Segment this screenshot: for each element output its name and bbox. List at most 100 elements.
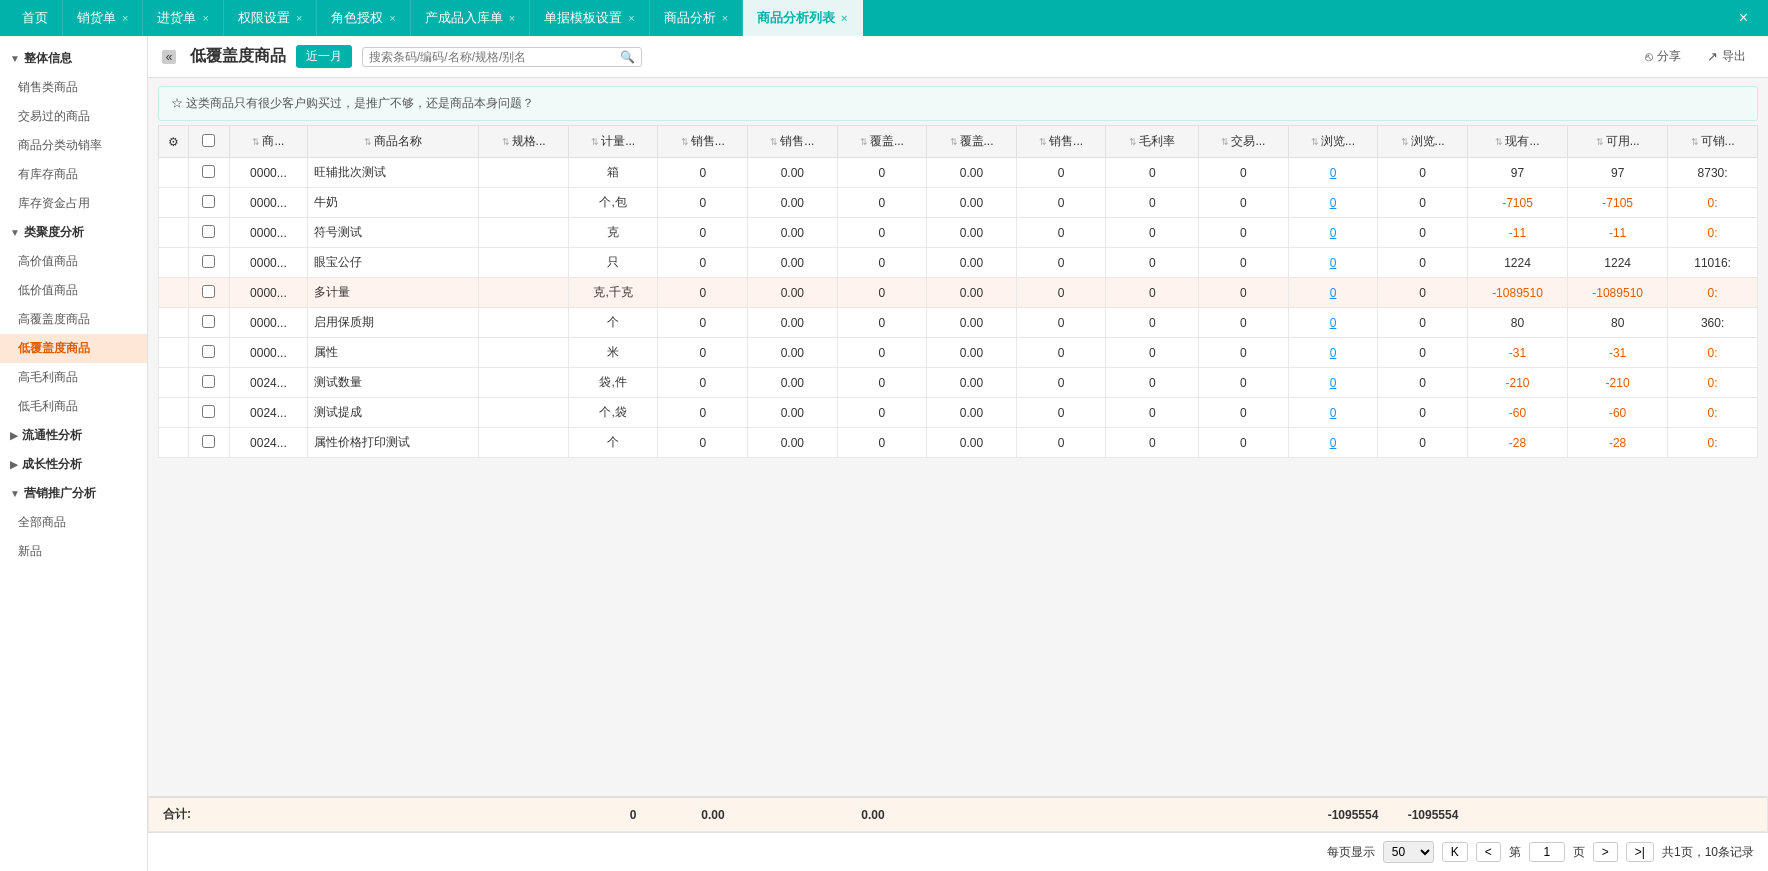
nav-close-icon[interactable]: × <box>296 12 302 24</box>
last-page-button[interactable]: >| <box>1626 842 1654 862</box>
row-checkbox[interactable] <box>189 428 230 458</box>
first-page-button[interactable]: K <box>1442 842 1468 862</box>
row-checkbox[interactable] <box>189 338 230 368</box>
col-sales-amt[interactable]: ⇅销售... <box>748 126 838 158</box>
sidebar-item-high-coverage[interactable]: 高覆盖度商品 <box>0 305 147 334</box>
row-browse1[interactable]: 0 <box>1288 428 1378 458</box>
sidebar-item-traded-goods[interactable]: 交易过的商品 <box>0 102 147 131</box>
share-button[interactable]: ⎋ 分享 <box>1637 44 1689 69</box>
row-browse1[interactable]: 0 <box>1288 278 1378 308</box>
row-browse1[interactable]: 0 <box>1288 338 1378 368</box>
table-row[interactable]: 0024... 测试提成 个,袋 0 0.00 0 0.00 0 0 0 0 0… <box>159 398 1758 428</box>
row-checkbox[interactable] <box>189 278 230 308</box>
row-browse1[interactable]: 0 <box>1288 398 1378 428</box>
col-unit[interactable]: ⇅计量... <box>568 126 658 158</box>
sidebar-item-category-rate[interactable]: 商品分类动销率 <box>0 131 147 160</box>
table-row[interactable]: 0000... 启用保质期 个 0 0.00 0 0.00 0 0 0 0 0 … <box>159 308 1758 338</box>
nav-product-analysis-list[interactable]: 商品分析列表 × <box>743 0 862 36</box>
col-browse2[interactable]: ⇅浏览... <box>1378 126 1468 158</box>
export-button[interactable]: ↗ 导出 <box>1699 44 1754 69</box>
nav-role-auth[interactable]: 角色授权 × <box>317 0 410 36</box>
row-browse1[interactable]: 0 <box>1288 158 1378 188</box>
sidebar-item-sales-goods[interactable]: 销售类商品 <box>0 73 147 102</box>
row-checkbox-input[interactable] <box>202 255 215 268</box>
row-checkbox-input[interactable] <box>202 375 215 388</box>
row-browse1[interactable]: 0 <box>1288 248 1378 278</box>
row-browse1[interactable]: 0 <box>1288 368 1378 398</box>
col-trade[interactable]: ⇅交易... <box>1199 126 1289 158</box>
sidebar-item-low-margin[interactable]: 低毛利商品 <box>0 392 147 421</box>
row-checkbox[interactable] <box>189 368 230 398</box>
row-checkbox[interactable] <box>189 188 230 218</box>
sidebar-item-high-value[interactable]: 高价值商品 <box>0 247 147 276</box>
sidebar-item-stock-capital[interactable]: 库存资金占用 <box>0 189 147 218</box>
sidebar-item-low-value[interactable]: 低价值商品 <box>0 276 147 305</box>
col-browse1[interactable]: ⇅浏览... <box>1288 126 1378 158</box>
row-checkbox-input[interactable] <box>202 435 215 448</box>
nav-purchase[interactable]: 进货单 × <box>143 0 223 36</box>
sidebar-section-flow[interactable]: ▶ 流通性分析 <box>0 421 147 450</box>
row-browse1[interactable]: 0 <box>1288 218 1378 248</box>
sidebar-item-stocked-goods[interactable]: 有库存商品 <box>0 160 147 189</box>
page-input[interactable] <box>1529 842 1565 862</box>
col-sales-qty[interactable]: ⇅销售... <box>658 126 748 158</box>
col-coverage1[interactable]: ⇅覆盖... <box>837 126 927 158</box>
nav-product-analysis[interactable]: 商品分析 × <box>650 0 743 36</box>
nav-sales-order[interactable]: 销货单 × <box>63 0 143 36</box>
table-row[interactable]: 0000... 属性 米 0 0.00 0 0.00 0 0 0 0 0 -31… <box>159 338 1758 368</box>
table-row[interactable]: 0024... 属性价格打印测试 个 0 0.00 0 0.00 0 0 0 0… <box>159 428 1758 458</box>
collapse-sidebar-btn[interactable]: « <box>162 50 176 64</box>
row-browse1[interactable]: 0 <box>1288 188 1378 218</box>
sidebar-section-growth[interactable]: ▶ 成长性分析 <box>0 450 147 479</box>
nav-permissions[interactable]: 权限设置 × <box>224 0 317 36</box>
table-row[interactable]: 0000... 牛奶 个,包 0 0.00 0 0.00 0 0 0 0 0 -… <box>159 188 1758 218</box>
sidebar-section-overall[interactable]: ▼ 整体信息 <box>0 44 147 73</box>
row-checkbox[interactable] <box>189 218 230 248</box>
table-row[interactable]: 0000... 眼宝公仔 只 0 0.00 0 0.00 0 0 0 0 0 1… <box>159 248 1758 278</box>
search-icon[interactable]: 🔍 <box>620 50 635 64</box>
settings-col-header[interactable]: ⚙ <box>159 126 189 158</box>
nav-close-icon[interactable]: × <box>389 12 395 24</box>
row-checkbox[interactable] <box>189 248 230 278</box>
col-name[interactable]: ⇅商品名称 <box>307 126 478 158</box>
sidebar-section-marketing[interactable]: ▼ 营销推广分析 <box>0 479 147 508</box>
col-available-stock[interactable]: ⇅可用... <box>1568 126 1668 158</box>
period-button[interactable]: 近一月 <box>296 45 352 68</box>
table-row[interactable]: 0000... 旺辅批次测试 箱 0 0.00 0 0.00 0 0 0 0 0… <box>159 158 1758 188</box>
col-coverage2[interactable]: ⇅覆盖... <box>927 126 1017 158</box>
col-sellable[interactable]: ⇅可销... <box>1668 126 1758 158</box>
table-row[interactable]: 0024... 测试数量 袋,件 0 0.00 0 0.00 0 0 0 0 0… <box>159 368 1758 398</box>
page-size-select[interactable]: 50 20 100 <box>1383 841 1434 863</box>
prev-page-button[interactable]: < <box>1476 842 1501 862</box>
nav-close-all[interactable]: × <box>1727 9 1760 27</box>
sidebar-item-low-coverage[interactable]: 低覆盖度商品 <box>0 334 147 363</box>
col-gross-margin[interactable]: ⇅毛利率 <box>1106 126 1199 158</box>
col-code[interactable]: ⇅商... <box>229 126 307 158</box>
row-browse1[interactable]: 0 <box>1288 308 1378 338</box>
sidebar-item-all-goods[interactable]: 全部商品 <box>0 508 147 537</box>
sidebar-item-new-goods[interactable]: 新品 <box>0 537 147 566</box>
data-table-wrapper[interactable]: ⚙ ⇅商... ⇅商品名称 ⇅规格... ⇅计量... ⇅销售... ⇅销售..… <box>158 125 1758 796</box>
nav-product-entry[interactable]: 产成品入库单 × <box>411 0 530 36</box>
nav-close-icon[interactable]: × <box>722 12 728 24</box>
next-page-button[interactable]: > <box>1593 842 1618 862</box>
sidebar-section-coverage[interactable]: ▼ 类聚度分析 <box>0 218 147 247</box>
nav-close-icon[interactable]: × <box>202 12 208 24</box>
nav-close-icon[interactable]: × <box>841 12 847 24</box>
sidebar-item-high-margin[interactable]: 高毛利商品 <box>0 363 147 392</box>
checkbox-col-header[interactable] <box>189 126 230 158</box>
row-checkbox[interactable] <box>189 158 230 188</box>
nav-close-icon[interactable]: × <box>122 12 128 24</box>
nav-close-icon[interactable]: × <box>628 12 634 24</box>
nav-close-icon[interactable]: × <box>509 12 515 24</box>
col-spec[interactable]: ⇅规格... <box>479 126 569 158</box>
row-checkbox-input[interactable] <box>202 405 215 418</box>
nav-home[interactable]: 首页 <box>8 0 63 36</box>
nav-template-settings[interactable]: 单据模板设置 × <box>530 0 649 36</box>
row-checkbox-input[interactable] <box>202 225 215 238</box>
table-row[interactable]: 0000... 符号测试 克 0 0.00 0 0.00 0 0 0 0 0 -… <box>159 218 1758 248</box>
row-checkbox-input[interactable] <box>202 315 215 328</box>
row-checkbox[interactable] <box>189 308 230 338</box>
col-current-stock[interactable]: ⇅现有... <box>1467 126 1567 158</box>
row-checkbox-input[interactable] <box>202 345 215 358</box>
